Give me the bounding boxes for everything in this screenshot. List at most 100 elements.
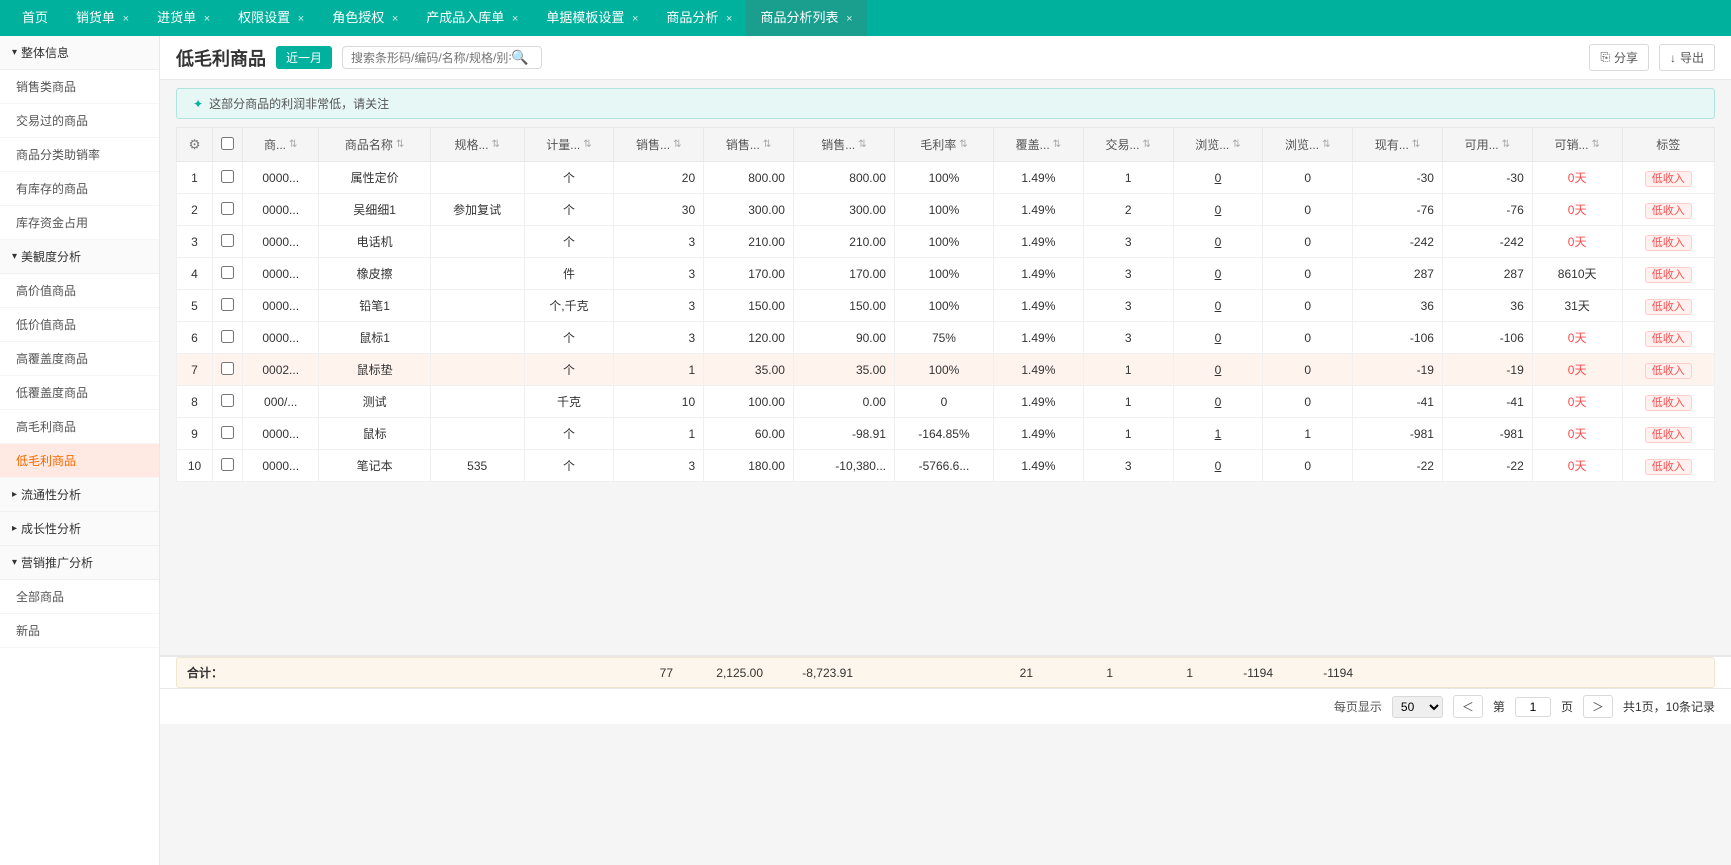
- row-checkbox-cell[interactable]: [213, 418, 243, 450]
- col-header-name[interactable]: 商品名称⇅: [319, 128, 430, 162]
- col-header-browse2[interactable]: 浏览...⇅: [1263, 128, 1353, 162]
- row-checkbox[interactable]: [221, 458, 234, 471]
- row-checkbox[interactable]: [221, 362, 234, 375]
- search-icon[interactable]: 🔍: [511, 49, 528, 66]
- sidebar-item-low-value[interactable]: 低价值商品: [0, 308, 159, 342]
- row-browse1[interactable]: 1: [1173, 418, 1263, 450]
- row-coverage: 1: [1083, 386, 1173, 418]
- sidebar-group-overall-header[interactable]: ▾ 整体信息: [0, 36, 159, 70]
- row-code: 0000...: [243, 322, 319, 354]
- row-checkbox-cell[interactable]: [213, 322, 243, 354]
- row-sellable: 0天: [1532, 194, 1622, 226]
- nav-close-analysis-list[interactable]: ×: [846, 13, 852, 25]
- nav-template-settings[interactable]: 单据模板设置 ×: [532, 0, 652, 36]
- nav-product-instock[interactable]: 产成品入库单 ×: [412, 0, 532, 36]
- col-header-coverage[interactable]: 覆盖...⇅: [993, 128, 1083, 162]
- nav-close-sales[interactable]: ×: [123, 13, 129, 25]
- sidebar-item-high-margin[interactable]: 高毛利商品: [0, 410, 159, 444]
- row-checkbox[interactable]: [221, 298, 234, 311]
- row-checkbox-cell[interactable]: [213, 162, 243, 194]
- row-number: 8: [177, 386, 213, 418]
- nav-close-analysis[interactable]: ×: [726, 13, 732, 25]
- row-checkbox-cell[interactable]: [213, 354, 243, 386]
- col-header-margin[interactable]: 毛利率⇅: [894, 128, 993, 162]
- row-checkbox[interactable]: [221, 266, 234, 279]
- nav-home[interactable]: 首页: [8, 0, 62, 36]
- col-header-sales1[interactable]: 销售...⇅: [614, 128, 704, 162]
- nav-role-auth[interactable]: 角色授权 ×: [318, 0, 412, 36]
- row-browse1[interactable]: 0: [1173, 386, 1263, 418]
- page-size-select[interactable]: 50 20 100: [1392, 696, 1443, 718]
- col-header-sales3[interactable]: 销售...⇅: [793, 128, 894, 162]
- column-settings-button[interactable]: ⚙: [189, 137, 201, 153]
- row-checkbox-cell[interactable]: [213, 386, 243, 418]
- row-checkbox[interactable]: [221, 394, 234, 407]
- nav-sales-order[interactable]: 销货单 ×: [62, 0, 143, 36]
- search-input[interactable]: [351, 51, 511, 65]
- row-checkbox-cell[interactable]: [213, 258, 243, 290]
- col-header-sales2[interactable]: 销售...⇅: [704, 128, 794, 162]
- nav-product-analysis-list[interactable]: 商品分析列表 ×: [746, 0, 866, 36]
- sidebar-group-liquidity-header[interactable]: ▸ 流通性分析: [0, 478, 159, 512]
- row-checkbox[interactable]: [221, 170, 234, 183]
- next-page-button[interactable]: ＞: [1583, 695, 1613, 718]
- col-header-available[interactable]: 可用...⇅: [1442, 128, 1532, 162]
- row-checkbox[interactable]: [221, 202, 234, 215]
- row-unit: 个: [524, 418, 614, 450]
- sidebar-item-stock-products[interactable]: 有库存的商品: [0, 172, 159, 206]
- prev-page-button[interactable]: ＜: [1453, 695, 1483, 718]
- row-browse1[interactable]: 0: [1173, 258, 1263, 290]
- nav-close-purchase[interactable]: ×: [204, 13, 210, 25]
- time-filter-button[interactable]: 近一月: [276, 46, 332, 69]
- col-header-trade[interactable]: 交易...⇅: [1083, 128, 1173, 162]
- select-all-checkbox[interactable]: [221, 137, 234, 150]
- col-header-unit[interactable]: 计量...⇅: [524, 128, 614, 162]
- row-checkbox[interactable]: [221, 426, 234, 439]
- row-browse1[interactable]: 0: [1173, 162, 1263, 194]
- col-header-current[interactable]: 现有...⇅: [1353, 128, 1443, 162]
- row-browse1[interactable]: 0: [1173, 226, 1263, 258]
- nav-permission-settings[interactable]: 权限设置 ×: [224, 0, 318, 36]
- row-browse1[interactable]: 0: [1173, 354, 1263, 386]
- row-checkbox-cell[interactable]: [213, 194, 243, 226]
- row-browse1[interactable]: 0: [1173, 322, 1263, 354]
- sidebar-item-all-products[interactable]: 全部商品: [0, 580, 159, 614]
- row-current: -22: [1353, 450, 1443, 482]
- row-tag: 低收入: [1622, 194, 1714, 226]
- sidebar-item-category-rate[interactable]: 商品分类助销率: [0, 138, 159, 172]
- nav-close-template[interactable]: ×: [632, 13, 638, 25]
- page-number-input[interactable]: [1515, 697, 1551, 717]
- sidebar-group-marketing-header[interactable]: ▾ 营销推广分析: [0, 546, 159, 580]
- row-checkbox-cell[interactable]: [213, 226, 243, 258]
- export-button[interactable]: ↓ 导出: [1659, 44, 1715, 71]
- sidebar-group-beauty-header[interactable]: ▾ 美観度分析: [0, 240, 159, 274]
- nav-product-analysis[interactable]: 商品分析 ×: [652, 0, 746, 36]
- share-button[interactable]: ⎘ 分享: [1589, 44, 1649, 71]
- sidebar-item-new-products[interactable]: 新品: [0, 614, 159, 648]
- col-header-spec[interactable]: 规格...⇅: [430, 128, 524, 162]
- row-browse1[interactable]: 0: [1173, 450, 1263, 482]
- sidebar-item-low-coverage[interactable]: 低覆盖度商品: [0, 376, 159, 410]
- nav-close-permission[interactable]: ×: [298, 13, 304, 25]
- col-header-sellable[interactable]: 可销...⇅: [1532, 128, 1622, 162]
- nav-close-instock[interactable]: ×: [512, 13, 518, 25]
- row-current: -41: [1353, 386, 1443, 418]
- row-spec: [430, 258, 524, 290]
- row-checkbox-cell[interactable]: [213, 450, 243, 482]
- nav-close-role[interactable]: ×: [392, 13, 398, 25]
- col-header-browse1[interactable]: 浏览...⇅: [1173, 128, 1263, 162]
- row-browse1[interactable]: 0: [1173, 290, 1263, 322]
- col-header-code[interactable]: 商...⇅: [243, 128, 319, 162]
- sidebar-item-low-margin[interactable]: 低毛利商品: [0, 444, 159, 478]
- sidebar-item-stock-capital[interactable]: 库存资金占用: [0, 206, 159, 240]
- row-checkbox[interactable]: [221, 234, 234, 247]
- row-checkbox-cell[interactable]: [213, 290, 243, 322]
- row-checkbox[interactable]: [221, 330, 234, 343]
- sidebar-item-sales-products[interactable]: 销售类商品: [0, 70, 159, 104]
- sidebar-group-growth-header[interactable]: ▸ 成长性分析: [0, 512, 159, 546]
- row-browse1[interactable]: 0: [1173, 194, 1263, 226]
- sidebar-item-high-value[interactable]: 高价值商品: [0, 274, 159, 308]
- sidebar-item-high-coverage[interactable]: 高覆盖度商品: [0, 342, 159, 376]
- sidebar-item-traded-products[interactable]: 交易过的商品: [0, 104, 159, 138]
- nav-purchase-order[interactable]: 进货单 ×: [143, 0, 224, 36]
